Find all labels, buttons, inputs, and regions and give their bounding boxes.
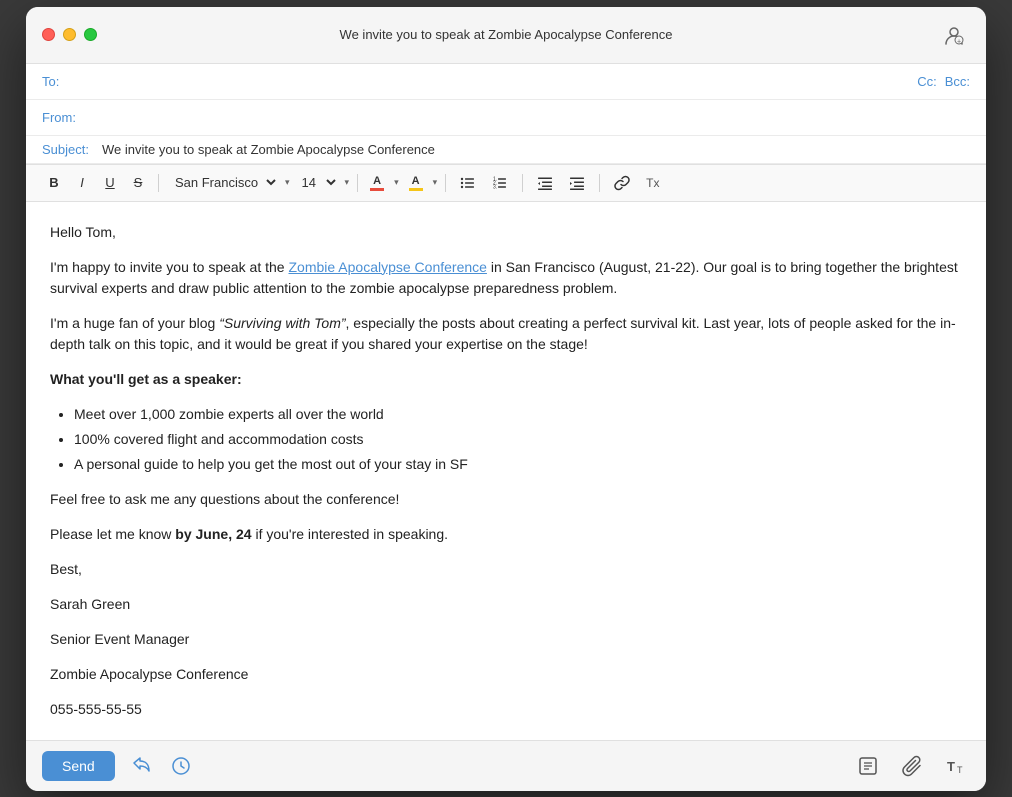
minimize-button[interactable]: [63, 28, 76, 41]
traffic-lights: [42, 28, 97, 41]
font-size-select[interactable]: 14 10 12 16 18: [294, 172, 339, 193]
bullet-heading: What you'll get as a speaker:: [50, 369, 962, 390]
format-icon-button[interactable]: T T: [942, 752, 970, 780]
svg-text:3.: 3.: [493, 184, 497, 190]
formatting-toolbar: B I U S San Francisco Helvetica Arial ▾ …: [26, 165, 986, 202]
text-color-button[interactable]: A: [366, 171, 388, 195]
email-header: To: Cc: Bcc: From: Subject:: [26, 64, 986, 165]
separator-2: [357, 174, 358, 192]
subject-field-row: Subject:: [26, 136, 986, 164]
para2-pre: I'm a huge fan of your blog: [50, 315, 219, 331]
svg-text:T: T: [957, 765, 963, 775]
text-color-dropdown-arrow: ▾: [394, 177, 399, 188]
email-compose-window: We invite you to speak at Zombie Apocaly…: [26, 7, 986, 791]
reply-icon-button[interactable]: [127, 752, 155, 780]
highlight-color-bar: [409, 188, 423, 191]
from-label: From:: [42, 110, 102, 125]
separator-3: [445, 174, 446, 192]
font-dropdown-arrow: ▾: [285, 177, 290, 188]
send-button[interactable]: Send: [42, 751, 115, 781]
schedule-icon-button[interactable]: [167, 752, 195, 780]
clear-format-label: Tx: [646, 176, 659, 190]
deadline-bold: by June, 24: [175, 526, 251, 542]
bullet-item-1: Meet over 1,000 zombie experts all over …: [74, 404, 962, 425]
bullet-heading-text: What you'll get as a speaker:: [50, 371, 242, 387]
separator-1: [158, 174, 159, 192]
increase-indent-button[interactable]: [563, 171, 591, 195]
ordered-list-button[interactable]: 1. 2. 3.: [486, 171, 514, 195]
subject-label: Subject:: [42, 142, 102, 157]
greeting-text: Hello Tom,: [50, 222, 962, 243]
blog-name: “Surviving with Tom”: [219, 315, 345, 331]
maximize-button[interactable]: [84, 28, 97, 41]
to-label: To:: [42, 74, 102, 89]
to-field-row: To: Cc: Bcc:: [26, 64, 986, 100]
conference-link[interactable]: Zombie Apocalypse Conference: [288, 259, 486, 275]
titlebar: We invite you to speak at Zombie Apocaly…: [26, 7, 986, 64]
bold-button[interactable]: B: [42, 171, 66, 195]
footer-right-actions: T T: [854, 752, 970, 780]
bcc-link[interactable]: Bcc:: [945, 74, 970, 89]
underline-button[interactable]: U: [98, 171, 122, 195]
strikethrough-button[interactable]: S: [126, 171, 150, 195]
size-dropdown-arrow: ▾: [345, 177, 350, 188]
benefits-list: Meet over 1,000 zombie experts all over …: [70, 404, 962, 475]
cc-link[interactable]: Cc:: [917, 74, 937, 89]
attachment-icon-button[interactable]: [898, 752, 926, 780]
footer-toolbar: Send: [26, 740, 986, 791]
bullet-item-3: A personal guide to help you get the mos…: [74, 454, 962, 475]
paragraph-4: Please let me know by June, 24 if you're…: [50, 524, 962, 545]
compose-body[interactable]: Hello Tom, I'm happy to invite you to sp…: [26, 202, 986, 740]
sig-line1: Best,: [50, 559, 962, 580]
highlight-dropdown-arrow: ▾: [433, 177, 438, 188]
cc-bcc-links: Cc: Bcc:: [917, 74, 970, 89]
footer-left-actions: Send: [42, 751, 195, 781]
sig-line2: Sarah Green: [50, 594, 962, 615]
window-title: We invite you to speak at Zombie Apocaly…: [340, 27, 673, 42]
para4-post: if you're interested in speaking.: [252, 526, 448, 542]
clear-format-button[interactable]: Tx: [640, 171, 665, 195]
sig-line3: Senior Event Manager: [50, 629, 962, 650]
from-input[interactable]: [102, 110, 970, 125]
paragraph-2: I'm a huge fan of your blog “Surviving w…: [50, 313, 962, 355]
para1-pre: I'm happy to invite you to speak at the: [50, 259, 288, 275]
separator-4: [522, 174, 523, 192]
svg-text:T: T: [947, 759, 955, 774]
text-color-bar: [370, 188, 384, 191]
unordered-list-button[interactable]: [454, 171, 482, 195]
subject-input[interactable]: [102, 142, 970, 157]
from-field-row: From:: [26, 100, 986, 136]
highlight-color-button[interactable]: A: [405, 171, 427, 195]
text-color-label: A: [373, 175, 381, 187]
font-family-select[interactable]: San Francisco Helvetica Arial: [167, 172, 279, 193]
paragraph-3: Feel free to ask me any questions about …: [50, 489, 962, 510]
person-icon[interactable]: +: [938, 19, 970, 51]
sig-line5: 055-555-55-55: [50, 699, 962, 720]
separator-5: [599, 174, 600, 192]
sig-line4: Zombie Apocalypse Conference: [50, 664, 962, 685]
paragraph-1: I'm happy to invite you to speak at the …: [50, 257, 962, 299]
link-button[interactable]: [608, 171, 636, 195]
email-signature: Best, Sarah Green Senior Event Manager Z…: [50, 559, 962, 720]
para4-pre: Please let me know: [50, 526, 175, 542]
to-input[interactable]: [102, 74, 917, 89]
svg-text:+: +: [957, 38, 961, 45]
titlebar-actions: +: [938, 19, 970, 51]
note-icon-button[interactable]: [854, 752, 882, 780]
highlight-label: A: [412, 175, 420, 187]
bullet-item-2: 100% covered flight and accommodation co…: [74, 429, 962, 450]
italic-button[interactable]: I: [70, 171, 94, 195]
decrease-indent-button[interactable]: [531, 171, 559, 195]
close-button[interactable]: [42, 28, 55, 41]
